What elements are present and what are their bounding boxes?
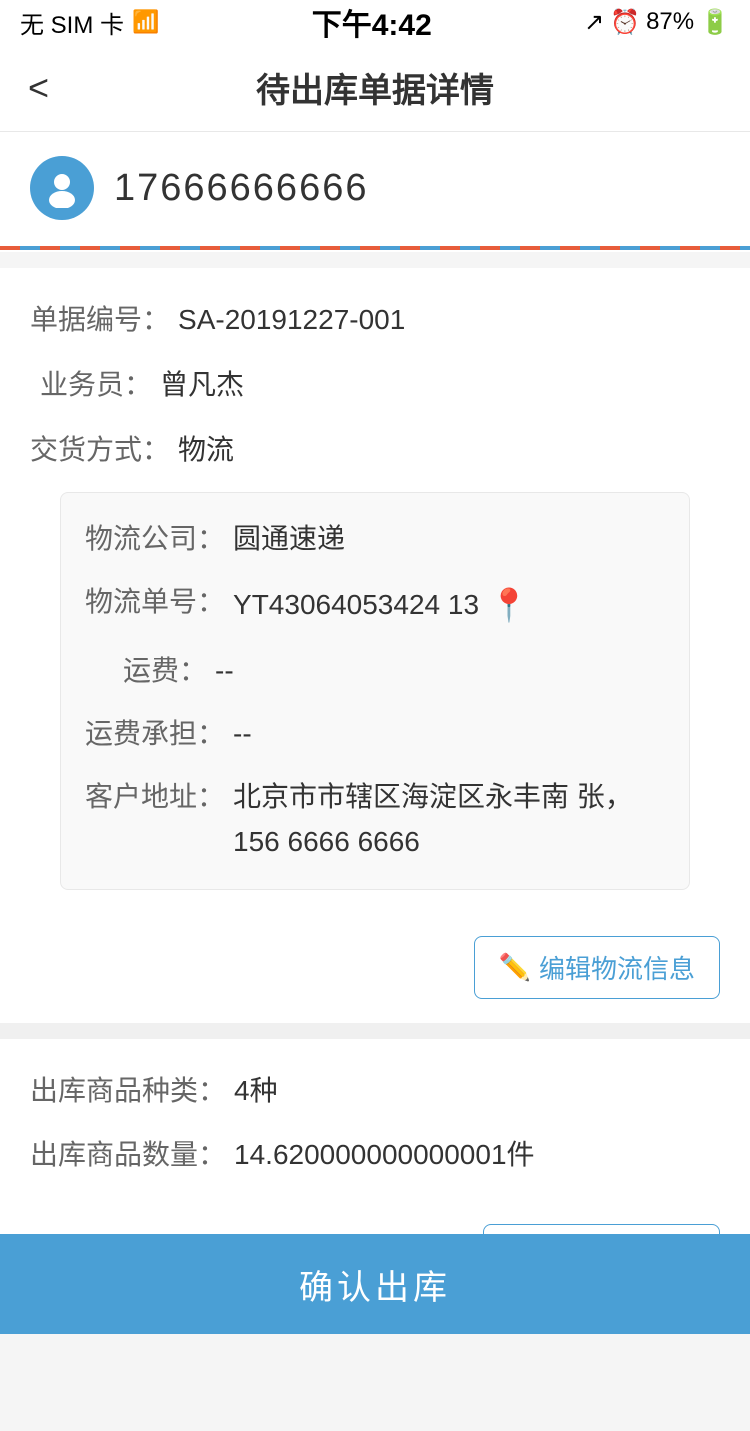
logistics-company-row: 物流公司： 圆通速递	[85, 517, 665, 562]
status-time: 下午4:42	[312, 0, 432, 44]
status-right: ↗ ⏰ 87% 🔋	[584, 8, 730, 37]
logistics-tracking-value: YT43064053424 13 📍	[233, 580, 665, 631]
address-row: 客户地址： 北京市市辖区海淀区永丰南 张，156 6666 6666	[85, 775, 665, 865]
logistics-card: 物流公司： 圆通速递 物流单号： YT43064053424 13 📍 运费： …	[60, 492, 690, 889]
salesperson-row: 业务员： 曾凡杰	[30, 363, 720, 408]
goods-section: 出库商品种类： 4种 出库商品数量： 14.620000000000001件	[0, 1039, 750, 1209]
confirm-button[interactable]: 确认出库	[0, 1234, 750, 1334]
goods-types-value: 4种	[234, 1069, 720, 1114]
user-header: 17666666666	[0, 132, 750, 244]
goods-types-label: 出库商品种类：	[30, 1069, 234, 1114]
edit-btn-container: ✏️ 编辑物流信息	[0, 920, 750, 1023]
page-title: 待出库单据详情	[256, 63, 494, 112]
battery-label: 87%	[646, 8, 694, 36]
order-info-section: 单据编号： SA-20191227-001 业务员： 曾凡杰 交货方式： 物流 …	[0, 268, 750, 920]
user-phone: 17666666666	[114, 167, 368, 210]
freight-bearer-label: 运费承担：	[85, 712, 233, 757]
delivery-label: 交货方式：	[30, 428, 178, 473]
document-row: 单据编号： SA-20191227-001	[30, 298, 720, 343]
logistics-company-value: 圆通速递	[233, 517, 665, 562]
location-status-icon: ↗	[584, 8, 604, 37]
carrier-label: 无 SIM 卡	[20, 5, 124, 40]
avatar-icon	[42, 168, 82, 208]
dashed-divider	[0, 244, 750, 252]
wifi-icon: 📶	[132, 9, 159, 35]
goods-quantity-value: 14.620000000000001件	[234, 1133, 720, 1178]
goods-types-row: 出库商品种类： 4种	[30, 1069, 720, 1114]
section-divider	[0, 1023, 750, 1039]
freight-value: --	[215, 649, 665, 694]
alarm-icon: ⏰	[610, 8, 640, 37]
freight-bearer-row: 运费承担： --	[85, 712, 665, 757]
logistics-tracking-row: 物流单号： YT43064053424 13 📍	[85, 580, 665, 631]
avatar	[30, 156, 94, 220]
map-pin-icon[interactable]: 📍	[489, 580, 529, 631]
edit-icon: ✏️	[499, 952, 531, 983]
logistics-tracking-label: 物流单号：	[85, 580, 233, 625]
edit-logistics-button[interactable]: ✏️ 编辑物流信息	[474, 936, 720, 999]
confirm-button-label: 确认出库	[299, 1260, 451, 1309]
status-left: 无 SIM 卡 📶	[20, 5, 159, 40]
address-label: 客户地址：	[85, 775, 233, 820]
salesperson-label: 业务员：	[30, 363, 160, 408]
nav-bar: < 待出库单据详情	[0, 44, 750, 132]
goods-quantity-label: 出库商品数量：	[30, 1133, 234, 1178]
document-value: SA-20191227-001	[178, 298, 720, 343]
goods-quantity-row: 出库商品数量： 14.620000000000001件	[30, 1133, 720, 1178]
status-bar: 无 SIM 卡 📶 下午4:42 ↗ ⏰ 87% 🔋	[0, 0, 750, 44]
address-value: 北京市市辖区海淀区永丰南 张，156 6666 6666	[233, 775, 665, 865]
freight-label: 运费：	[85, 649, 215, 694]
salesperson-value: 曾凡杰	[160, 363, 720, 408]
logistics-company-label: 物流公司：	[85, 517, 233, 562]
freight-bearer-value: --	[233, 712, 665, 757]
delivery-value: 物流	[178, 428, 720, 473]
battery-icon: 🔋	[700, 8, 730, 37]
freight-row: 运费： --	[85, 649, 665, 694]
back-button[interactable]: <	[28, 67, 49, 109]
delivery-row: 交货方式： 物流	[30, 428, 720, 473]
document-label: 单据编号：	[30, 298, 178, 343]
edit-logistics-label: 编辑物流信息	[539, 949, 695, 986]
